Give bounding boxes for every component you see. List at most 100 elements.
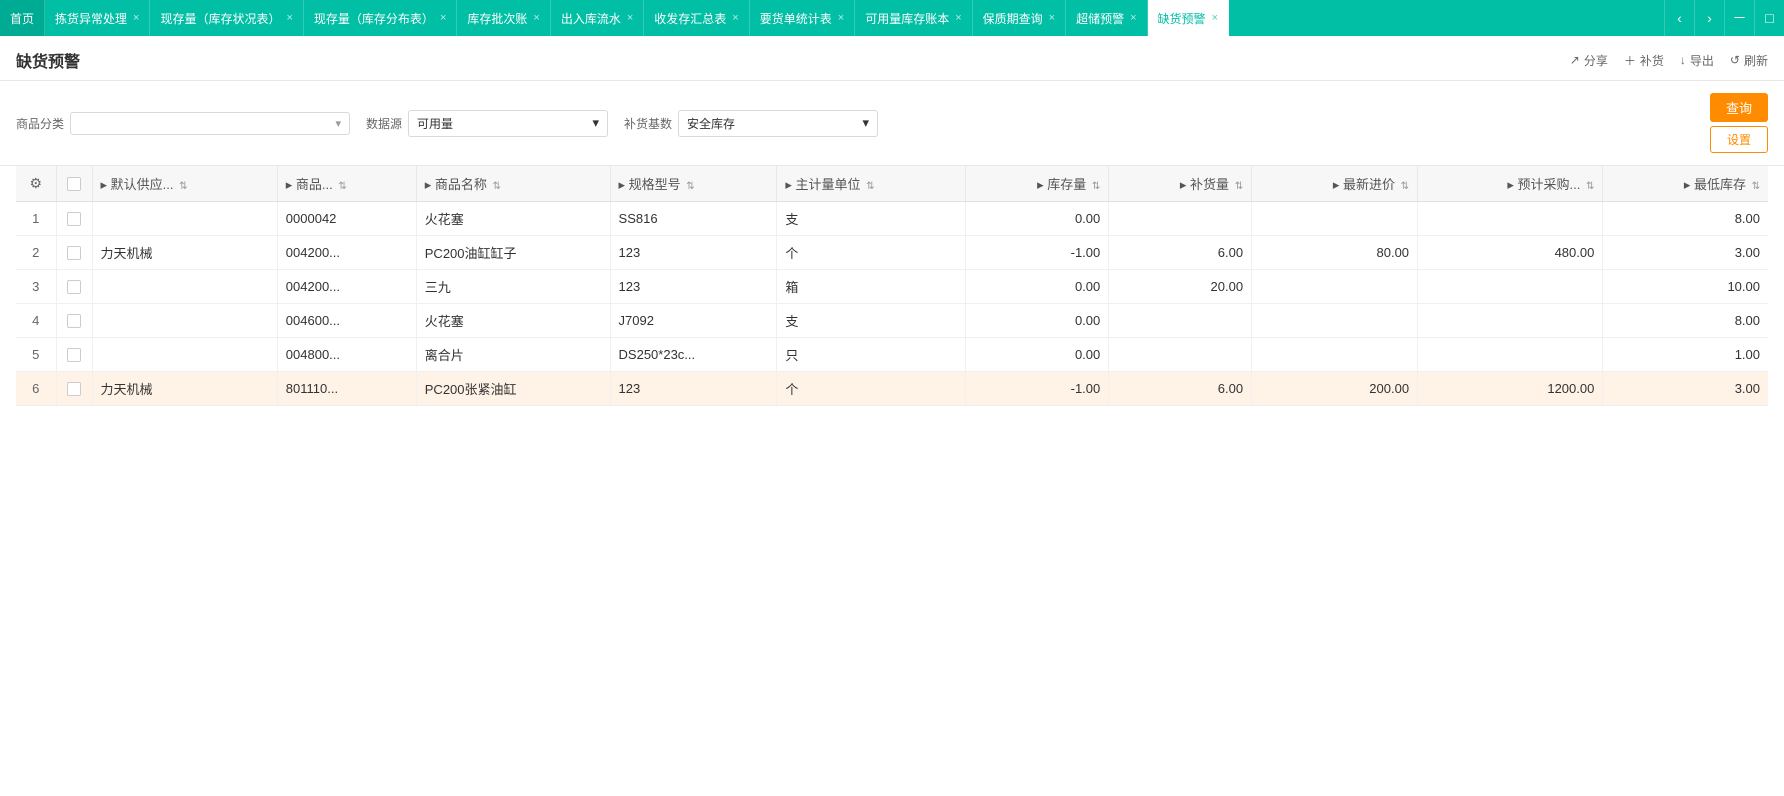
col-header-replenish-qty-label: ▸ 补货量 — [1180, 177, 1229, 192]
row-latest-price — [1252, 338, 1418, 372]
col-header-spec-label: ▸ 规格型号 — [619, 177, 681, 192]
shortage-table: ⚙ ▸ 默认供应... ⇅ ▸ 商品... ⇅ ▸ 商品名称 — [16, 166, 1768, 406]
row-supplier — [92, 304, 277, 338]
row-min-stock: 8.00 — [1603, 304, 1768, 338]
nav-tab-inout-flow[interactable]: 出入库流水× — [551, 0, 644, 36]
close-tab-demand-stats[interactable]: × — [838, 12, 844, 24]
row-check[interactable] — [56, 338, 92, 372]
close-tab-receive-summary[interactable]: × — [732, 12, 738, 24]
row-replenish-qty: 20.00 — [1109, 270, 1252, 304]
category-select[interactable]: ▾ — [70, 112, 350, 135]
unit-sort-icon[interactable]: ⇅ — [866, 181, 874, 192]
row-product-name: PC200油缸缸子 — [416, 236, 610, 270]
export-button[interactable]: ↓ 导出 — [1680, 52, 1714, 69]
row-stock: 0.00 — [966, 338, 1109, 372]
row-checkbox-0[interactable] — [67, 212, 81, 226]
main-content: 缺货预警 ↗ 分享 ＋ 补货 ↓ 导出 ↺ 刷新 商品分类 — [0, 36, 1784, 796]
row-check[interactable] — [56, 304, 92, 338]
row-min-stock: 10.00 — [1603, 270, 1768, 304]
nav-tab-expiry-query[interactable]: 保质期查询× — [973, 0, 1066, 36]
nav-tab-shortage[interactable]: 缺货预警× — [1148, 0, 1229, 36]
header-actions: ↗ 分享 ＋ 补货 ↓ 导出 ↺ 刷新 — [1570, 52, 1768, 69]
row-checkbox-4[interactable] — [67, 348, 81, 362]
latest-price-sort-icon[interactable]: ⇅ — [1401, 181, 1409, 192]
estimated-purchase-sort-icon[interactable]: ⇅ — [1586, 181, 1594, 192]
row-checkbox-5[interactable] — [67, 382, 81, 396]
replenish-button[interactable]: ＋ 补货 — [1624, 52, 1664, 69]
datasource-label: 数据源 — [366, 115, 402, 132]
nav-maximize-button[interactable]: □ — [1754, 0, 1784, 36]
table-row: 5 004800... 离合片 DS250*23c... 只 0.00 1.00 — [16, 338, 1768, 372]
row-replenish-qty: 6.00 — [1109, 372, 1252, 406]
product-code-sort-icon[interactable]: ⇅ — [338, 181, 346, 192]
product-name-sort-icon[interactable]: ⇅ — [493, 181, 501, 192]
row-spec: SS816 — [610, 202, 777, 236]
col-header-spec: ▸ 规格型号 ⇅ — [610, 166, 777, 202]
share-button[interactable]: ↗ 分享 — [1570, 52, 1608, 69]
col-header-settings[interactable]: ⚙ — [16, 166, 56, 202]
nav-tab-available-ledger[interactable]: 可用量库存账本× — [855, 0, 972, 36]
replenish-basis-filter-group: 补货基数 安全库存 ▾ — [624, 110, 878, 137]
row-supplier — [92, 202, 277, 236]
nav-tab-batch-account[interactable]: 库存批次账× — [457, 0, 550, 36]
nav-prev-button[interactable]: ‹ — [1664, 0, 1694, 36]
row-latest-price — [1252, 304, 1418, 338]
query-button[interactable]: 查询 — [1710, 93, 1768, 122]
close-tab-shortage[interactable]: × — [1212, 12, 1218, 24]
close-tab-abnormal[interactable]: × — [133, 12, 139, 24]
row-latest-price: 80.00 — [1252, 236, 1418, 270]
row-checkbox-1[interactable] — [67, 246, 81, 260]
row-product-code: 004200... — [277, 270, 416, 304]
close-tab-available-ledger[interactable]: × — [955, 12, 961, 24]
row-product-name: 离合片 — [416, 338, 610, 372]
top-navigation: 首页拣货异常处理×现存量（库存状况表）×现存量（库存分布表）×库存批次账×出入库… — [0, 0, 1784, 36]
row-spec: J7092 — [610, 304, 777, 338]
close-tab-overstock[interactable]: × — [1130, 12, 1136, 24]
row-num: 1 — [16, 202, 56, 236]
settings-button[interactable]: 设置 — [1710, 126, 1768, 153]
nav-next-button[interactable]: › — [1694, 0, 1724, 36]
spec-sort-icon[interactable]: ⇅ — [686, 181, 694, 192]
close-tab-expiry-query[interactable]: × — [1049, 12, 1055, 24]
table-header: ⚙ ▸ 默认供应... ⇅ ▸ 商品... ⇅ ▸ 商品名称 — [16, 166, 1768, 202]
row-check[interactable] — [56, 270, 92, 304]
row-replenish-qty — [1109, 202, 1252, 236]
nav-tab-overstock[interactable]: 超储预警× — [1066, 0, 1147, 36]
close-tab-batch-account[interactable]: × — [533, 12, 539, 24]
row-latest-price — [1252, 270, 1418, 304]
row-estimated-purchase — [1418, 270, 1603, 304]
nav-tab-demand-stats[interactable]: 要货单统计表× — [750, 0, 855, 36]
datasource-value: 可用量 — [417, 115, 453, 132]
row-check[interactable] — [56, 236, 92, 270]
nav-tab-home[interactable]: 首页 — [0, 0, 45, 36]
row-replenish-qty — [1109, 304, 1252, 338]
row-checkbox-3[interactable] — [67, 314, 81, 328]
row-product-code: 004800... — [277, 338, 416, 372]
datasource-select[interactable]: 可用量 ▾ — [408, 110, 608, 137]
nav-minimize-button[interactable]: － — [1724, 0, 1754, 36]
refresh-button[interactable]: ↺ 刷新 — [1730, 52, 1768, 69]
row-num: 3 — [16, 270, 56, 304]
nav-tab-abnormal[interactable]: 拣货异常处理× — [45, 0, 150, 36]
table-settings-icon[interactable]: ⚙ — [29, 175, 42, 192]
nav-tab-inventory-dist[interactable]: 现存量（库存分布表）× — [304, 0, 457, 36]
close-tab-inout-flow[interactable]: × — [627, 12, 633, 24]
replenish-basis-select[interactable]: 安全库存 ▾ — [678, 110, 878, 137]
row-check[interactable] — [56, 202, 92, 236]
row-checkbox-2[interactable] — [67, 280, 81, 294]
replenish-basis-label: 补货基数 — [624, 115, 672, 132]
row-stock: 0.00 — [966, 202, 1109, 236]
col-header-supplier: ▸ 默认供应... ⇅ — [92, 166, 277, 202]
replenish-qty-sort-icon[interactable]: ⇅ — [1235, 181, 1243, 192]
supplier-sort-icon[interactable]: ⇅ — [179, 181, 187, 192]
stock-sort-icon[interactable]: ⇅ — [1092, 181, 1100, 192]
col-header-check[interactable] — [56, 166, 92, 202]
close-tab-inventory-status[interactable]: × — [286, 12, 292, 24]
min-stock-sort-icon[interactable]: ⇅ — [1752, 181, 1760, 192]
close-tab-inventory-dist[interactable]: × — [440, 12, 446, 24]
select-all-checkbox[interactable] — [67, 177, 81, 191]
nav-tab-inventory-status[interactable]: 现存量（库存状况表）× — [150, 0, 303, 36]
row-check[interactable] — [56, 372, 92, 406]
nav-tab-receive-summary[interactable]: 收发存汇总表× — [644, 0, 749, 36]
col-header-stock-label: ▸ 库存量 — [1037, 177, 1086, 192]
